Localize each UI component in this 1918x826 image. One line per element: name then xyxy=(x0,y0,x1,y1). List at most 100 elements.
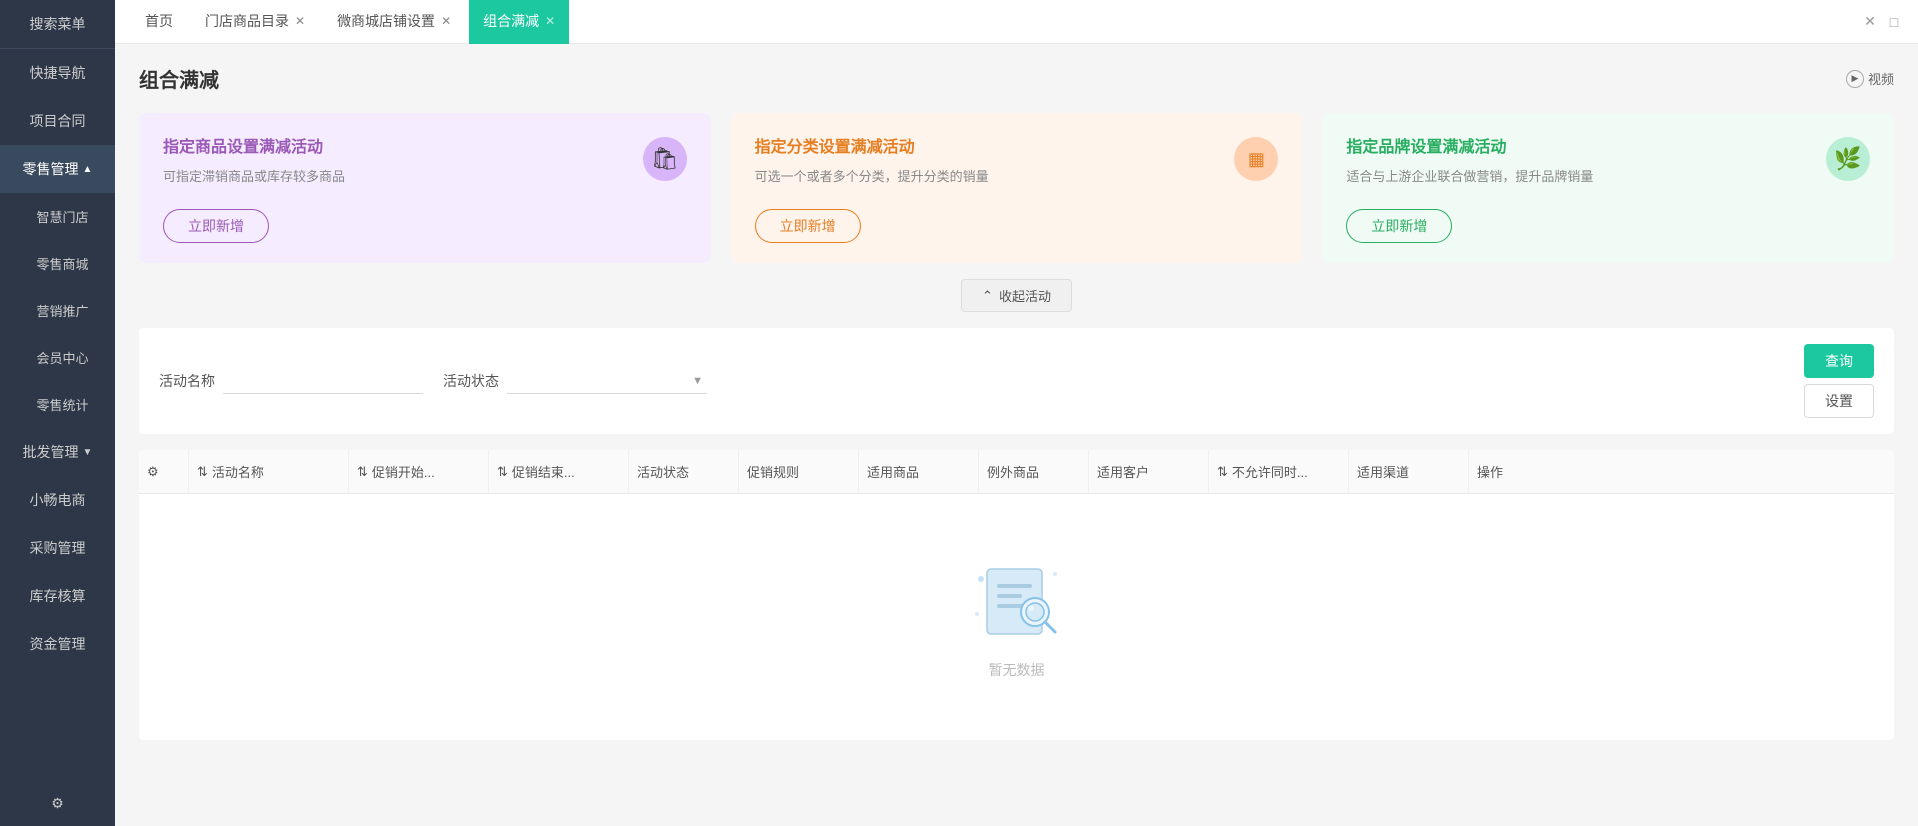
tab-combo-discount-close[interactable]: ✕ xyxy=(545,14,555,28)
chevron-up-icon: ▲ xyxy=(83,164,93,175)
sidebar-item-retail-mall[interactable]: 零售商城 xyxy=(0,240,115,287)
th-applicable-goods: 适用商品 xyxy=(859,450,979,493)
settings-button[interactable]: 设置 xyxy=(1804,384,1874,418)
settings-col-icon: ⚙ xyxy=(147,464,159,480)
th-operation-label: 操作 xyxy=(1477,462,1503,481)
th-promo-end-label: 促销结束... xyxy=(512,462,575,481)
activity-status-select-wrapper: ▼ xyxy=(507,369,707,394)
chevron-up-icon: ⌃ xyxy=(982,288,993,304)
window-controls: ✕ □ xyxy=(1862,14,1902,30)
video-label: 视频 xyxy=(1868,69,1894,88)
tab-wechat-store-label: 微商城店铺设置 xyxy=(337,11,435,31)
collapse-button[interactable]: ⌃ 收起活动 xyxy=(961,279,1072,312)
th-applicable-channel: 适用渠道 xyxy=(1349,450,1469,493)
sidebar-item-label: 零售管理 xyxy=(23,159,79,179)
brand-card-title: 指定品牌设置满减活动 xyxy=(1346,133,1870,157)
activity-status-label: 活动状态 xyxy=(443,371,499,391)
filter-buttons: 查询 设置 xyxy=(1804,344,1874,418)
video-link[interactable]: ▶ 视频 xyxy=(1846,69,1894,88)
sidebar-item-retail-mgmt[interactable]: 零售管理 ▲ xyxy=(0,145,115,193)
cards-row: 🛍 指定商品设置满减活动 可指定滞销商品或库存较多商品 立即新增 ▦ 指定分类设… xyxy=(139,113,1894,263)
th-activity-status: 活动状态 xyxy=(629,450,739,493)
settings-icon-bottom[interactable]: ⚙ xyxy=(0,781,115,826)
tab-home-label: 首页 xyxy=(145,11,173,31)
sidebar-item-fund-mgmt[interactable]: 资金管理 xyxy=(0,620,115,668)
activity-status-filter: 活动状态 ▼ xyxy=(443,369,707,394)
play-icon: ▶ xyxy=(1846,70,1864,88)
sidebar-item-marketing[interactable]: 营销推广 xyxy=(0,287,115,334)
sidebar-item-member-center[interactable]: 会员中心 xyxy=(0,334,115,381)
sidebar-item-label: 零售统计 xyxy=(36,395,88,414)
sidebar-search[interactable]: 搜索菜单 xyxy=(0,0,115,49)
empty-state: 暂无数据 xyxy=(139,494,1894,740)
sort-icon: ⇅ xyxy=(357,464,368,480)
sidebar: 搜索菜单 快捷导航 项目合同 零售管理 ▲ 智慧门店 零售商城 营销推广 会员中… xyxy=(0,0,115,826)
sidebar-item-label: 项目合同 xyxy=(30,111,86,131)
th-exception-goods: 例外商品 xyxy=(979,450,1089,493)
brand-card-desc: 适合与上游企业联合做营销，提升品牌销量 xyxy=(1346,167,1870,193)
sidebar-item-label: 批发管理 xyxy=(23,442,79,462)
th-activity-status-label: 活动状态 xyxy=(637,462,689,481)
sort-icon: ⇅ xyxy=(1217,464,1228,480)
sidebar-item-label: 营销推广 xyxy=(36,301,88,320)
filter-row: 活动名称 活动状态 ▼ 查询 设置 xyxy=(139,328,1894,434)
th-no-concurrent-label: 不允许同时... xyxy=(1232,462,1308,481)
sidebar-item-label: 智慧门店 xyxy=(36,207,88,226)
th-promo-rule-label: 促销规则 xyxy=(747,462,799,481)
tab-store-catalog[interactable]: 门店商品目录 ✕ xyxy=(191,0,319,44)
category-card-add-button[interactable]: 立即新增 xyxy=(755,209,861,243)
sidebar-item-retail-stats[interactable]: 零售统计 xyxy=(0,381,115,428)
product-card-desc: 可指定滞销商品或库存较多商品 xyxy=(163,167,687,193)
th-applicable-customer-label: 适用客户 xyxy=(1097,462,1149,481)
th-promo-end[interactable]: ⇅ 促销结束... xyxy=(489,450,629,493)
activity-name-input[interactable] xyxy=(223,369,423,394)
brand-card-add-button[interactable]: 立即新增 xyxy=(1346,209,1452,243)
table-header: ⚙ ⇅ 活动名称 ⇅ 促销开始... ⇅ 促销结束... 活动状态 xyxy=(139,450,1894,494)
tab-bar: 首页 门店商品目录 ✕ 微商城店铺设置 ✕ 组合满减 ✕ ✕ □ xyxy=(115,0,1918,44)
th-activity-name[interactable]: ⇅ 活动名称 xyxy=(189,450,349,493)
sidebar-item-inventory-check[interactable]: 库存核算 xyxy=(0,572,115,620)
page-content: 组合满减 ▶ 视频 🛍 指定商品设置满减活动 可指定滞销商品或库存较多商品 立即… xyxy=(115,44,1918,826)
th-settings[interactable]: ⚙ xyxy=(139,450,189,493)
table-container: ⚙ ⇅ 活动名称 ⇅ 促销开始... ⇅ 促销结束... 活动状态 xyxy=(139,450,1894,740)
th-promo-start[interactable]: ⇅ 促销开始... xyxy=(349,450,489,493)
tab-home[interactable]: 首页 xyxy=(131,0,187,44)
sidebar-item-label: 会员中心 xyxy=(36,348,88,367)
product-card-title: 指定商品设置满减活动 xyxy=(163,133,687,157)
sidebar-item-purchase-mgmt[interactable]: 采购管理 xyxy=(0,524,115,572)
product-promo-card: 🛍 指定商品设置满减活动 可指定滞销商品或库存较多商品 立即新增 xyxy=(139,113,711,263)
product-card-add-button[interactable]: 立即新增 xyxy=(163,209,269,243)
tab-store-catalog-label: 门店商品目录 xyxy=(205,11,289,31)
sidebar-item-label: 快捷导航 xyxy=(30,63,86,83)
activity-name-label: 活动名称 xyxy=(159,371,215,391)
sidebar-item-smart-store[interactable]: 智慧门店 xyxy=(0,193,115,240)
tab-store-catalog-close[interactable]: ✕ xyxy=(295,14,305,28)
th-applicable-customer: 适用客户 xyxy=(1089,450,1209,493)
th-applicable-channel-label: 适用渠道 xyxy=(1357,462,1409,481)
tab-wechat-store-close[interactable]: ✕ xyxy=(441,14,451,28)
sidebar-item-label: 资金管理 xyxy=(30,634,86,654)
close-window-button[interactable]: ✕ xyxy=(1862,14,1878,30)
tab-wechat-store[interactable]: 微商城店铺设置 ✕ xyxy=(323,0,465,44)
maximize-window-button[interactable]: □ xyxy=(1886,14,1902,30)
gear-icon: ⚙ xyxy=(51,795,64,811)
tab-combo-discount[interactable]: 组合满减 ✕ xyxy=(469,0,569,44)
activity-status-select[interactable] xyxy=(507,369,707,394)
sidebar-item-wholesale-mgmt[interactable]: 批发管理 ▼ xyxy=(0,428,115,476)
main-area: 首页 门店商品目录 ✕ 微商城店铺设置 ✕ 组合满减 ✕ ✕ □ 组合满减 ▶ … xyxy=(115,0,1918,826)
chevron-down-icon: ▼ xyxy=(83,447,93,458)
th-promo-start-label: 促销开始... xyxy=(372,462,435,481)
th-no-concurrent[interactable]: ⇅ 不允许同时... xyxy=(1209,450,1349,493)
sidebar-item-quick-nav[interactable]: 快捷导航 xyxy=(0,49,115,97)
empty-icon xyxy=(967,554,1067,644)
brand-card-icon: 🌿 xyxy=(1826,137,1870,181)
sidebar-item-label: 小畅电商 xyxy=(30,490,86,510)
sidebar-item-xiaochangec[interactable]: 小畅电商 xyxy=(0,476,115,524)
page-title: 组合满减 xyxy=(139,64,219,93)
th-activity-name-label: 活动名称 xyxy=(212,462,264,481)
tab-combo-discount-label: 组合满减 xyxy=(483,11,539,31)
category-card-desc: 可选一个或者多个分类，提升分类的销量 xyxy=(755,167,1279,193)
query-button[interactable]: 查询 xyxy=(1804,344,1874,378)
sidebar-item-project-contract[interactable]: 项目合同 xyxy=(0,97,115,145)
product-card-icon: 🛍 xyxy=(643,137,687,181)
